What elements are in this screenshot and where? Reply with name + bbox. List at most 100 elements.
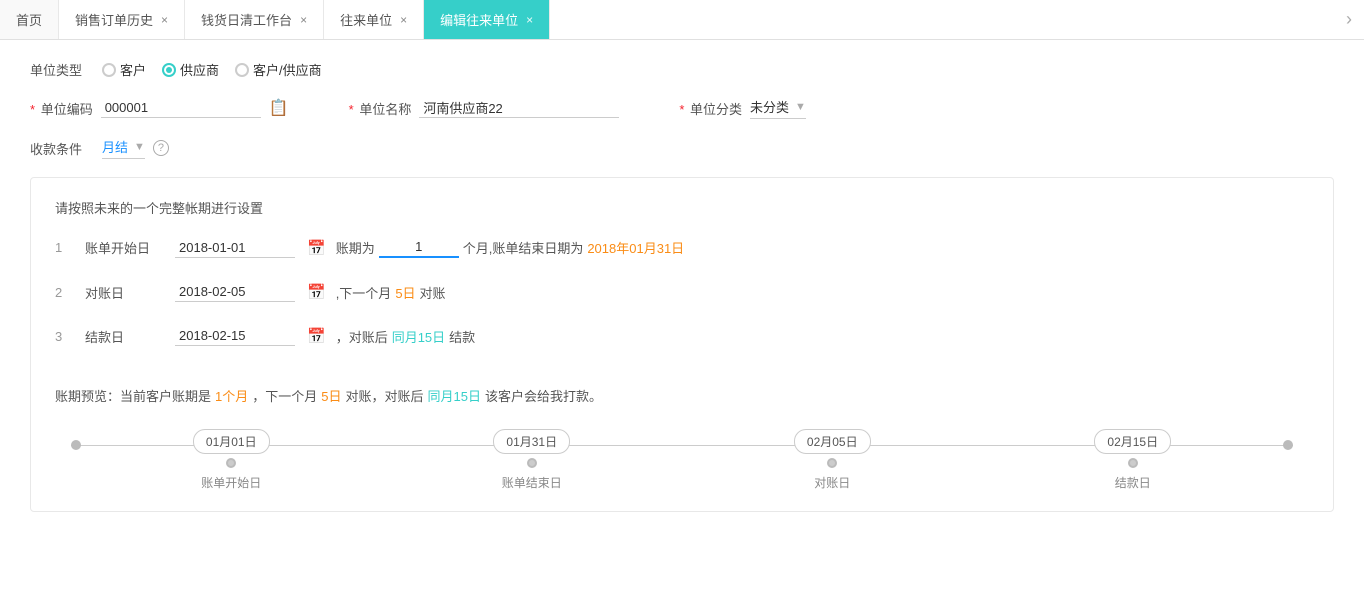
tab-partner-list-close[interactable]: × [400, 13, 407, 27]
radio-both[interactable]: 客户/供应商 [235, 60, 322, 79]
date-input-2[interactable] [175, 282, 295, 302]
date-input-1[interactable] [175, 238, 295, 258]
radio-customer-label: 客户 [120, 60, 146, 79]
radio-both-label: 客户/供应商 [253, 60, 322, 79]
tab-cash-reconcile-label: 钱货日清工作台 [201, 10, 292, 29]
preview-prefix: 账期预览：当前客户账期是 [55, 386, 211, 405]
desc-prefix-3: ，对账后 [336, 327, 388, 346]
row-num-1: 1 [55, 240, 75, 255]
preview-mid2: 对账，对账后 [346, 386, 424, 405]
unit-code-group: * 单位编码 📋 [30, 98, 289, 118]
preview-highlight1: 1个月 [215, 386, 248, 405]
period-input[interactable] [379, 237, 459, 258]
row-num-2: 2 [55, 285, 75, 300]
tab-cash-reconcile-close[interactable]: × [300, 13, 307, 27]
desc-prefix-2: ,下一个月 [336, 283, 392, 302]
unit-category-value: 未分类 [750, 97, 789, 116]
tab-home-label: 首页 [16, 10, 42, 29]
unit-type-label: 单位类型 [30, 60, 82, 79]
payment-condition-group: 月结 ▼ ? [102, 137, 169, 159]
preview-text: 账期预览：当前客户账期是 1个月 ，下一个月 5日 对账，对账后 同月15日 该… [55, 386, 1309, 405]
desc-suffix-2: 对账 [420, 283, 446, 302]
tab-expand-btn[interactable]: › [1334, 9, 1364, 30]
row-desc-1: 账期为 个月,账单结束日期为 2018年01月31日 [336, 237, 684, 258]
tl-label-3: 对账日 [814, 474, 850, 491]
setting-row-3: 3 结款日 📅 ，对账后 同月15日 结款 [55, 326, 1309, 346]
unit-category-select[interactable]: 未分类 ▼ [750, 97, 806, 119]
tl-label-4: 结款日 [1115, 474, 1151, 491]
radio-supplier[interactable]: 供应商 [162, 60, 219, 79]
radio-customer[interactable]: 客户 [102, 60, 146, 79]
unit-category-group: * 单位分类 未分类 ▼ [679, 97, 806, 119]
payment-condition-label: 收款条件 [30, 139, 82, 158]
highlight-text-2: 5日 [395, 283, 415, 302]
tab-edit-partner-label: 编辑往来单位 [440, 10, 518, 29]
unit-name-group: * 单位名称 [349, 98, 620, 118]
highlight-date-1: 2018年01月31日 [587, 238, 684, 257]
radio-circle-customer [102, 63, 116, 77]
unit-name-input[interactable] [419, 98, 619, 118]
tl-pill-3: 02月05日 [794, 429, 871, 454]
calendar-icon-2[interactable]: 📅 [307, 283, 326, 301]
radio-circle-supplier [162, 63, 176, 77]
row-num-3: 3 [55, 329, 75, 344]
preview-section: 账期预览：当前客户账期是 1个月 ，下一个月 5日 对账，对账后 同月15日 该… [55, 370, 1309, 491]
tl-pill-1: 01月01日 [193, 429, 270, 454]
preview-highlight3: 同月15日 [428, 386, 481, 405]
radio-supplier-label: 供应商 [180, 60, 219, 79]
settings-title: 请按照未来的一个完整帐期进行设置 [55, 198, 1309, 217]
setting-row-1: 1 账单开始日 📅 账期为 个月,账单结束日期为 2018年01月31日 [55, 237, 1309, 258]
tl-dot-3 [827, 458, 837, 468]
calendar-icon-3[interactable]: 📅 [307, 327, 326, 345]
desc-prefix-1: 账期为 [336, 238, 375, 257]
date-input-3[interactable] [175, 326, 295, 346]
unit-code-icon[interactable]: 📋 [269, 98, 289, 118]
payment-condition-value: 月结 [102, 137, 128, 156]
tab-edit-partner-close[interactable]: × [526, 13, 533, 27]
tab-cash-reconcile[interactable]: 钱货日清工作台 × [185, 0, 324, 39]
radio-group-unit-type: 客户 供应商 客户/供应商 [102, 60, 322, 79]
payment-condition-select[interactable]: 月结 ▼ [102, 137, 145, 159]
tab-partner-list[interactable]: 往来单位 × [324, 0, 424, 39]
desc-suffix-3: 结款 [449, 327, 475, 346]
unit-code-input[interactable] [101, 98, 261, 118]
tab-home[interactable]: 首页 [0, 0, 59, 39]
calendar-icon-1[interactable]: 📅 [307, 239, 326, 257]
unit-code-label: * 单位编码 [30, 99, 93, 118]
unit-info-row: * 单位编码 📋 * 单位名称 * 单位分类 未分类 ▼ [30, 97, 1334, 119]
settings-box: 请按照未来的一个完整帐期进行设置 1 账单开始日 📅 账期为 个月,账单结束日期… [30, 177, 1334, 512]
setting-row-2: 2 对账日 📅 ,下一个月 5日 对账 [55, 282, 1309, 302]
tl-dot-1 [226, 458, 236, 468]
row-desc-3: ，对账后 同月15日 结款 [336, 327, 476, 346]
tabs-bar: 首页 销售订单历史 × 钱货日清工作台 × 往来单位 × 编辑往来单位 × › [0, 0, 1364, 40]
preview-mid1: ，下一个月 [252, 386, 317, 405]
unit-type-row: 单位类型 客户 供应商 客户/供应商 [30, 60, 1334, 79]
tl-pill-2: 01月31日 [493, 429, 570, 454]
desc-suffix-1: 个月,账单结束日期为 [463, 238, 584, 257]
payment-condition-arrow: ▼ [134, 141, 145, 153]
tab-sales-order-history[interactable]: 销售订单历史 × [59, 0, 185, 39]
tl-dot-2 [527, 458, 537, 468]
tl-pill-4: 02月15日 [1094, 429, 1171, 454]
payment-condition-row: 收款条件 月结 ▼ ? [30, 137, 1334, 159]
row-desc-2: ,下一个月 5日 对账 [336, 283, 446, 302]
tl-end-dot [1283, 440, 1293, 450]
unit-category-arrow: ▼ [795, 101, 806, 113]
tab-edit-partner[interactable]: 编辑往来单位 × [424, 0, 550, 39]
row-field-label-1: 账单开始日 [85, 238, 165, 257]
preview-suffix: 该客户会给我打款。 [485, 386, 602, 405]
row-field-label-2: 对账日 [85, 283, 165, 302]
unit-name-label: * 单位名称 [349, 99, 412, 118]
tab-sales-order-history-close[interactable]: × [161, 13, 168, 27]
payment-condition-help[interactable]: ? [153, 140, 169, 156]
radio-circle-both [235, 63, 249, 77]
tl-start-dot [71, 440, 81, 450]
page-content: 单位类型 客户 供应商 客户/供应商 * 单位编码 📋 [0, 40, 1364, 608]
tab-sales-order-history-label: 销售订单历史 [75, 10, 153, 29]
unit-category-label: * 单位分类 [679, 99, 742, 118]
preview-highlight2: 5日 [321, 386, 341, 405]
tl-label-1: 账单开始日 [201, 474, 261, 491]
row-field-label-3: 结款日 [85, 327, 165, 346]
tl-dot-4 [1128, 458, 1138, 468]
highlight-text-3: 同月15日 [392, 327, 445, 346]
